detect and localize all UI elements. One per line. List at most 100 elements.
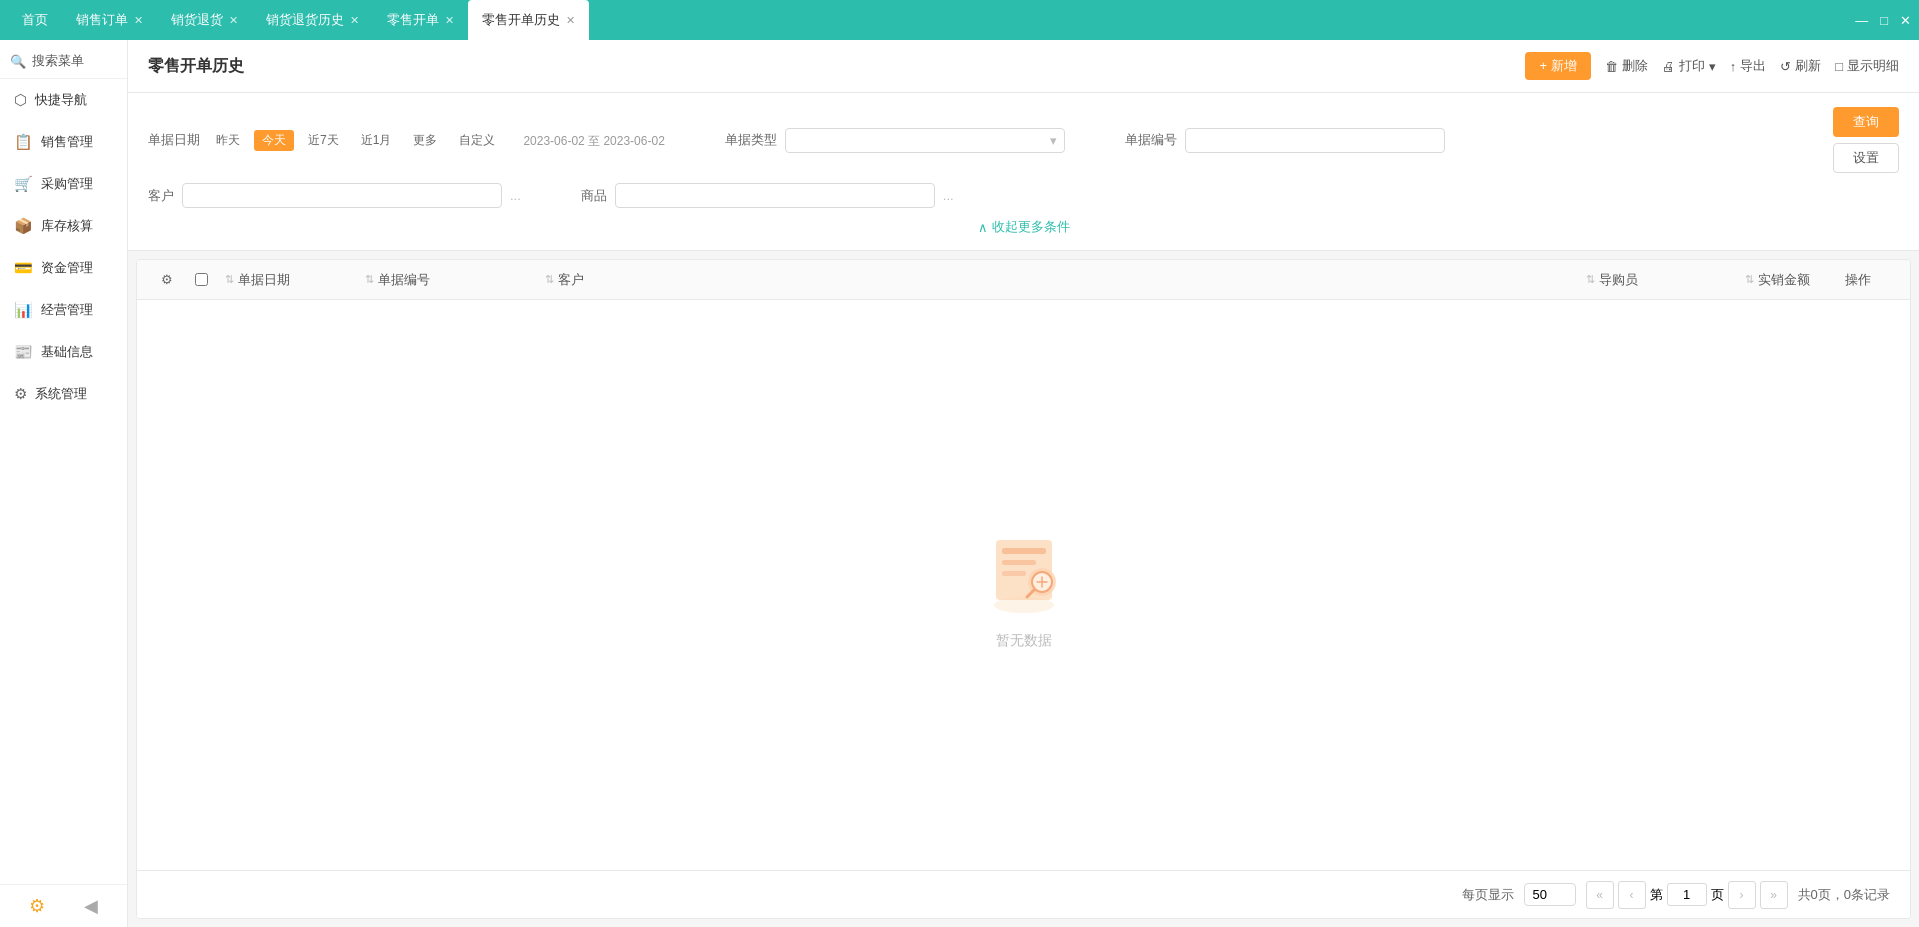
sidebar-settings-icon[interactable]: ⚙ xyxy=(29,895,45,917)
topbar-close[interactable]: ✕ xyxy=(1900,13,1911,28)
tab-retail-open[interactable]: 零售开单 ✕ xyxy=(373,0,468,40)
type-select[interactable] xyxy=(785,128,1065,153)
add-button[interactable]: + 新增 xyxy=(1525,52,1590,80)
top-tabbar: 首页 销售订单 ✕ 销货退货 ✕ 销货退货历史 ✕ 零售开单 ✕ 零售开单历史 … xyxy=(0,0,1919,40)
system-icon: ⚙ xyxy=(14,385,27,403)
first-page-btn[interactable]: « xyxy=(1586,881,1614,909)
filter-number: 单据编号 xyxy=(1125,128,1445,153)
sidebar-item-inventory[interactable]: 📦 库存核算 xyxy=(0,205,127,247)
date-btn-yesterday[interactable]: 昨天 xyxy=(208,130,248,151)
sidebar-item-finance-label: 资金管理 xyxy=(41,259,93,277)
sidebar-item-sales-mgmt-label: 销售管理 xyxy=(41,133,93,151)
date-btn-custom[interactable]: 自定义 xyxy=(451,130,503,151)
th-date-label: 单据日期 xyxy=(238,271,290,289)
delete-button[interactable]: 🗑 删除 xyxy=(1605,57,1648,75)
empty-icon xyxy=(974,520,1074,620)
th-guide-sort-icon[interactable]: ⇅ xyxy=(1586,273,1595,286)
th-guide-label: 导购员 xyxy=(1599,271,1638,289)
sidebar-item-sales-mgmt[interactable]: 📋 销售管理 xyxy=(0,121,127,163)
content-area: 零售开单历史 + 新增 🗑 删除 🖨 打印 ▾ ↑ 导出 ↺ xyxy=(128,40,1919,927)
tab-retail-open-history[interactable]: 零售开单历史 ✕ xyxy=(468,0,589,40)
table-select-all[interactable] xyxy=(185,273,217,286)
number-input[interactable] xyxy=(1185,128,1445,153)
tab-retail-open-history-label: 零售开单历史 xyxy=(482,11,560,29)
export-icon: ↑ xyxy=(1730,59,1737,74)
display-detail-button[interactable]: □ 显示明细 xyxy=(1835,57,1899,75)
topbar-minimize[interactable]: — xyxy=(1855,13,1868,28)
last-page-btn[interactable]: » xyxy=(1760,881,1788,909)
display-detail-checkbox: □ xyxy=(1835,59,1843,74)
tab-home[interactable]: 首页 xyxy=(8,0,62,40)
th-date-sort-icon[interactable]: ⇅ xyxy=(225,273,234,286)
sidebar-item-operation[interactable]: 📊 经营管理 xyxy=(0,289,127,331)
date-btn-1month[interactable]: 近1月 xyxy=(353,130,400,151)
filter-area: 单据日期 昨天 今天 近7天 近1月 更多 自定义 2023-06-02 至 2… xyxy=(128,93,1919,251)
number-filter-label: 单据编号 xyxy=(1125,131,1177,149)
table-settings-icon[interactable]: ⚙ xyxy=(149,272,185,287)
empty-state: 暂无数据 xyxy=(137,300,1910,870)
filter-product: 商品 ... xyxy=(581,183,954,208)
sidebar-item-basic-info[interactable]: 📰 基础信息 xyxy=(0,331,127,373)
per-page-label: 每页显示 xyxy=(1462,886,1514,904)
page-title: 零售开单历史 xyxy=(148,56,244,77)
next-page-btn[interactable]: › xyxy=(1728,881,1756,909)
filter-date: 单据日期 昨天 今天 近7天 近1月 更多 自定义 xyxy=(148,130,503,151)
tab-retail-open-close[interactable]: ✕ xyxy=(445,14,454,27)
date-range-text: 2023-06-02 至 2023-06-02 xyxy=(523,133,664,150)
type-select-wrapper: ▾ xyxy=(785,128,1065,153)
sidebar-item-finance[interactable]: 💳 资金管理 xyxy=(0,247,127,289)
select-all-checkbox[interactable] xyxy=(195,273,208,286)
th-customer-sort-icon[interactable]: ⇅ xyxy=(545,273,554,286)
refresh-label: 刷新 xyxy=(1795,57,1821,75)
topbar-maximize[interactable]: □ xyxy=(1880,13,1888,28)
sidebar-collapse-icon[interactable]: ◀ xyxy=(84,895,98,917)
settings-button[interactable]: 设置 xyxy=(1833,143,1899,173)
collapse-icon: ∧ xyxy=(978,220,988,235)
toolbar: + 新增 🗑 删除 🖨 打印 ▾ ↑ 导出 ↺ 刷新 xyxy=(1525,52,1899,80)
export-label: 导出 xyxy=(1740,57,1766,75)
operation-icon: 📊 xyxy=(14,301,33,319)
tab-sales-return-label: 销货退货 xyxy=(171,11,223,29)
tab-sales-return-close[interactable]: ✕ xyxy=(229,14,238,27)
date-btn-more[interactable]: 更多 xyxy=(405,130,445,151)
tab-sales-order-close[interactable]: ✕ xyxy=(134,14,143,27)
sidebar-item-system[interactable]: ⚙ 系统管理 xyxy=(0,373,127,415)
delete-label: 删除 xyxy=(1622,57,1648,75)
tab-sales-return-history[interactable]: 销货退货历史 ✕ xyxy=(252,0,373,40)
refresh-button[interactable]: ↺ 刷新 xyxy=(1780,57,1821,75)
customer-dots[interactable]: ... xyxy=(510,188,521,203)
query-button[interactable]: 查询 xyxy=(1833,107,1899,137)
sidebar-search[interactable]: 🔍 搜索菜单 xyxy=(0,40,127,79)
product-input[interactable] xyxy=(615,183,935,208)
tab-retail-open-history-close[interactable]: ✕ xyxy=(566,14,575,27)
tab-sales-return-history-close[interactable]: ✕ xyxy=(350,14,359,27)
sales-mgmt-icon: 📋 xyxy=(14,133,33,151)
prev-page-btn[interactable]: ‹ xyxy=(1618,881,1646,909)
filter-row-1: 单据日期 昨天 今天 近7天 近1月 更多 自定义 2023-06-02 至 2… xyxy=(148,107,1899,173)
tab-sales-return[interactable]: 销货退货 ✕ xyxy=(157,0,252,40)
collapse-btn[interactable]: ∧ 收起更多条件 xyxy=(148,218,1899,236)
sidebar: 🔍 搜索菜单 ⬡ 快捷导航 📋 销售管理 🛒 采购管理 📦 库存核算 💳 资金管… xyxy=(0,40,128,927)
display-detail-label: 显示明细 xyxy=(1847,57,1899,75)
date-btn-today[interactable]: 今天 xyxy=(254,130,294,151)
export-button[interactable]: ↑ 导出 xyxy=(1730,57,1767,75)
date-btn-7days[interactable]: 近7天 xyxy=(300,130,347,151)
page-number-input[interactable] xyxy=(1667,883,1707,906)
print-button[interactable]: 🖨 打印 ▾ xyxy=(1662,57,1716,75)
sidebar-item-purchase-mgmt[interactable]: 🛒 采购管理 xyxy=(0,163,127,205)
th-number-sort-icon[interactable]: ⇅ xyxy=(365,273,374,286)
th-amount-sort-icon[interactable]: ⇅ xyxy=(1745,273,1754,286)
customer-input[interactable] xyxy=(182,183,502,208)
filter-customer: 客户 ... xyxy=(148,183,521,208)
sidebar-item-basic-info-label: 基础信息 xyxy=(41,343,93,361)
th-customer: ⇅ 客户 xyxy=(537,271,1578,289)
sidebar-bottom: ⚙ ◀ xyxy=(0,884,127,927)
tab-sales-order[interactable]: 销售订单 ✕ xyxy=(62,0,157,40)
per-page-select[interactable]: 50 10 20 100 xyxy=(1524,883,1576,906)
product-dots[interactable]: ... xyxy=(943,188,954,203)
sidebar-item-quick-nav[interactable]: ⬡ 快捷导航 xyxy=(0,79,127,121)
delete-icon: 🗑 xyxy=(1605,59,1618,74)
th-amount: ⇅ 实销金额 xyxy=(1698,271,1818,289)
collapse-label: 收起更多条件 xyxy=(992,218,1070,236)
page-header: 零售开单历史 + 新增 🗑 删除 🖨 打印 ▾ ↑ 导出 ↺ xyxy=(128,40,1919,93)
